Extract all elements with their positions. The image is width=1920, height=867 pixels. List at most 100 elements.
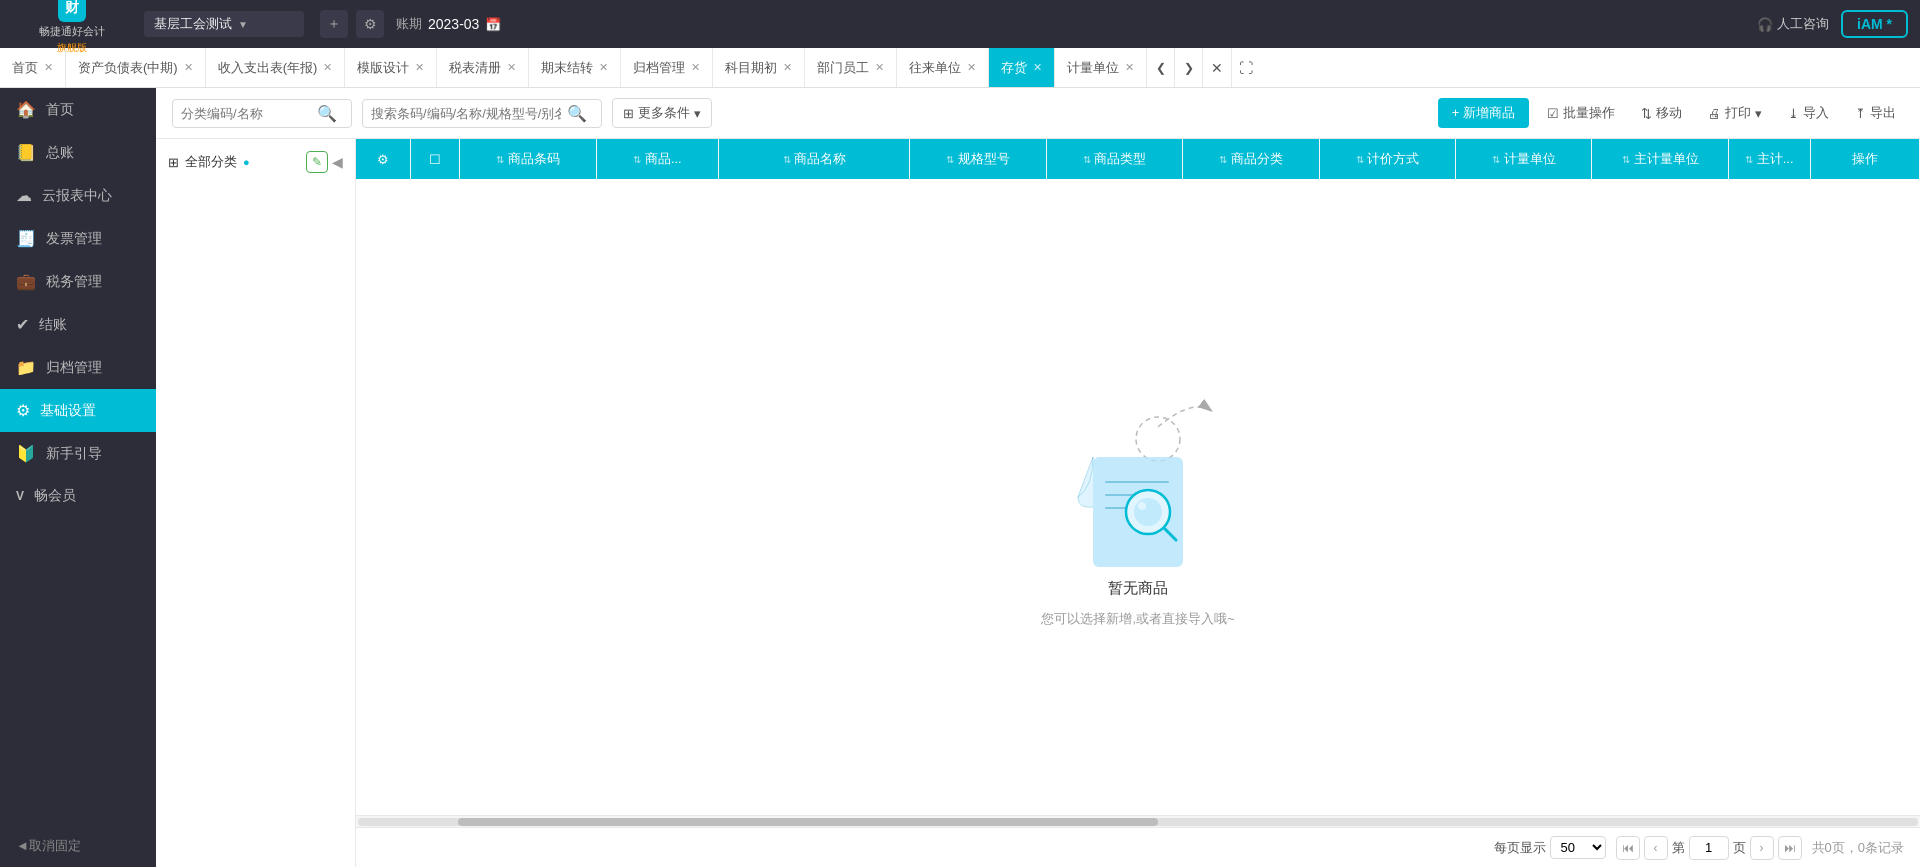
category-search-icon[interactable]: 🔍 bbox=[317, 104, 337, 123]
col-category-header[interactable]: ⇅ 商品分类 bbox=[1183, 139, 1319, 179]
horizontal-scrollbar[interactable] bbox=[356, 815, 1920, 827]
header-right: 🎧 人工咨询 iAM * bbox=[1757, 10, 1908, 38]
next-page-button[interactable]: › bbox=[1750, 836, 1774, 860]
batch-icon: ☑ bbox=[1547, 106, 1559, 121]
filter-button[interactable]: ⊞ 更多条件 ▾ bbox=[612, 98, 712, 128]
sidebar-item-member[interactable]: V 畅会员 bbox=[0, 475, 156, 517]
sidebar-item-cloud-report[interactable]: ☁ 云报表中心 bbox=[0, 174, 156, 217]
category-collapse-button[interactable]: ◀ bbox=[332, 154, 343, 170]
tab-balance-sheet[interactable]: 资产负债表(中期) ✕ bbox=[66, 48, 206, 88]
settings-button[interactable]: ⚙ bbox=[356, 10, 384, 38]
tab-dept-employee[interactable]: 部门员工 ✕ bbox=[805, 48, 897, 88]
tab-archive-management-label: 归档管理 bbox=[633, 59, 685, 77]
col-code-header[interactable]: ⇅ 商品... bbox=[596, 139, 719, 179]
tab-balance-sheet-close-icon[interactable]: ✕ bbox=[184, 62, 193, 73]
batch-operation-button[interactable]: ☑ 批量操作 bbox=[1539, 100, 1623, 126]
sidebar-item-home[interactable]: 🏠 首页 bbox=[0, 88, 156, 131]
category-panel: ⊞ 全部分类 ● ✎ ◀ bbox=[156, 139, 356, 867]
move-button[interactable]: ⇅ 移动 bbox=[1633, 100, 1690, 126]
sidebar-item-archive[interactable]: 📁 归档管理 bbox=[0, 346, 156, 389]
tab-tax-form-close-icon[interactable]: ✕ bbox=[507, 62, 516, 73]
tab-inventory[interactable]: 存货 ✕ bbox=[989, 48, 1055, 88]
print-button[interactable]: 🖨 打印 ▾ bbox=[1700, 100, 1770, 126]
category-search-input[interactable] bbox=[181, 106, 311, 121]
tab-contacts-close-icon[interactable]: ✕ bbox=[967, 62, 976, 73]
first-page-button[interactable]: ⏮ bbox=[1616, 836, 1640, 860]
category-search-box[interactable]: 🔍 bbox=[172, 99, 352, 128]
col-barcode-header[interactable]: ⇅ 商品条码 bbox=[460, 139, 596, 179]
sidebar-item-ledger[interactable]: 📒 总账 bbox=[0, 131, 156, 174]
tab-home-label: 首页 bbox=[12, 59, 38, 77]
tab-archive-management[interactable]: 归档管理 ✕ bbox=[621, 48, 713, 88]
tab-dept-employee-close-icon[interactable]: ✕ bbox=[875, 62, 884, 73]
tab-next-button[interactable]: ❯ bbox=[1175, 48, 1203, 88]
per-page-select[interactable]: 50 100 200 bbox=[1550, 836, 1606, 859]
col-unit-header[interactable]: ⇅ 计量单位 bbox=[1456, 139, 1592, 179]
col-checkbox[interactable]: ☐ bbox=[411, 139, 460, 179]
tab-archive-management-close-icon[interactable]: ✕ bbox=[691, 62, 700, 73]
period-value: 2023-03 bbox=[428, 16, 479, 32]
scrollbar-track[interactable] bbox=[358, 818, 1918, 826]
tab-expand-button[interactable]: ⛶ bbox=[1231, 48, 1259, 88]
sidebar-item-closing[interactable]: ✔ 结账 bbox=[0, 303, 156, 346]
main-search-input[interactable] bbox=[371, 106, 561, 121]
tab-unit-label: 计量单位 bbox=[1067, 59, 1119, 77]
tab-period-transfer-close-icon[interactable]: ✕ bbox=[599, 62, 608, 73]
tab-unit-close-icon[interactable]: ✕ bbox=[1125, 62, 1134, 73]
main-search-box[interactable]: 🔍 bbox=[362, 99, 602, 128]
main-search-icon[interactable]: 🔍 bbox=[567, 104, 587, 123]
col-type-header[interactable]: ⇅ 商品类型 bbox=[1046, 139, 1182, 179]
logo-icon: 财 bbox=[58, 0, 86, 22]
name-sort-icon: ⇅ bbox=[783, 154, 791, 165]
tab-unit[interactable]: 计量单位 ✕ bbox=[1055, 48, 1147, 88]
add-product-button[interactable]: + 新增商品 bbox=[1438, 98, 1529, 128]
tab-template-design[interactable]: 模版设计 ✕ bbox=[345, 48, 437, 88]
tab-home[interactable]: 首页 ✕ bbox=[0, 48, 66, 88]
tab-inventory-close-icon[interactable]: ✕ bbox=[1033, 62, 1042, 73]
page-number-input[interactable] bbox=[1689, 836, 1729, 860]
page-size-selector[interactable]: 每页显示 50 100 200 bbox=[1494, 836, 1606, 859]
col-settings[interactable]: ⚙ bbox=[356, 139, 411, 179]
workspace-selector[interactable]: 基层工会测试 ▼ bbox=[144, 11, 304, 37]
last-page-button[interactable]: ⏭ bbox=[1778, 836, 1802, 860]
col-price-method-header[interactable]: ⇅ 计价方式 bbox=[1319, 139, 1455, 179]
customer-service-button[interactable]: 🎧 人工咨询 bbox=[1757, 15, 1829, 33]
sidebar-item-guide[interactable]: 🔰 新手引导 bbox=[0, 432, 156, 475]
calendar-icon[interactable]: 📅 bbox=[485, 17, 501, 32]
scrollbar-thumb[interactable] bbox=[458, 818, 1158, 826]
tab-subject-init-label: 科目期初 bbox=[725, 59, 777, 77]
tab-income-statement[interactable]: 收入支出表(年报) ✕ bbox=[206, 48, 346, 88]
col-spec-header[interactable]: ⇅ 规格型号 bbox=[910, 139, 1046, 179]
app-name: 畅捷通好会计 bbox=[39, 24, 105, 39]
filter-dropdown-icon: ▾ bbox=[694, 106, 701, 121]
sidebar-item-invoice[interactable]: 🧾 发票管理 bbox=[0, 217, 156, 260]
add-workspace-button[interactable]: ＋ bbox=[320, 10, 348, 38]
sidebar-item-basic-settings[interactable]: ⚙ 基础设置 bbox=[0, 389, 156, 432]
tab-period-transfer[interactable]: 期末结转 ✕ bbox=[529, 48, 621, 88]
tab-subject-init-close-icon[interactable]: ✕ bbox=[783, 62, 792, 73]
archive-icon: 📁 bbox=[16, 358, 36, 377]
prev-page-button[interactable]: ‹ bbox=[1644, 836, 1668, 860]
tab-tax-form[interactable]: 税表清册 ✕ bbox=[437, 48, 529, 88]
iam-badge[interactable]: iAM * bbox=[1841, 10, 1908, 38]
export-button[interactable]: ⤒ 导出 bbox=[1847, 100, 1904, 126]
tab-dept-employee-label: 部门员工 bbox=[817, 59, 869, 77]
sidebar-collapse-label: ◄取消固定 bbox=[16, 837, 81, 855]
tab-template-design-close-icon[interactable]: ✕ bbox=[415, 62, 424, 73]
tab-close-all-button[interactable]: ✕ bbox=[1203, 48, 1231, 88]
tab-subject-init[interactable]: 科目期初 ✕ bbox=[713, 48, 805, 88]
pagination-bar: 每页显示 50 100 200 ⏮ ‹ 第 页 › bbox=[356, 827, 1920, 867]
col-extra-header[interactable]: ⇅ 主计... bbox=[1728, 139, 1810, 179]
tab-home-close-icon[interactable]: ✕ bbox=[44, 62, 53, 73]
tab-prev-button[interactable]: ❮ bbox=[1147, 48, 1175, 88]
sidebar-item-tax[interactable]: 💼 税务管理 bbox=[0, 260, 156, 303]
sidebar-collapse-button[interactable]: ◄取消固定 bbox=[0, 825, 156, 867]
category-edit-button[interactable]: ✎ bbox=[306, 151, 328, 173]
tab-template-design-label: 模版设计 bbox=[357, 59, 409, 77]
import-button[interactable]: ⤓ 导入 bbox=[1780, 100, 1837, 126]
col-name-header[interactable]: ⇅ 商品名称 bbox=[719, 139, 910, 179]
col-main-unit-header[interactable]: ⇅ 主计量单位 bbox=[1592, 139, 1728, 179]
tab-income-statement-close-icon[interactable]: ✕ bbox=[323, 62, 332, 73]
tab-contacts[interactable]: 往来单位 ✕ bbox=[897, 48, 989, 88]
filter-icon: ⊞ bbox=[623, 106, 634, 121]
